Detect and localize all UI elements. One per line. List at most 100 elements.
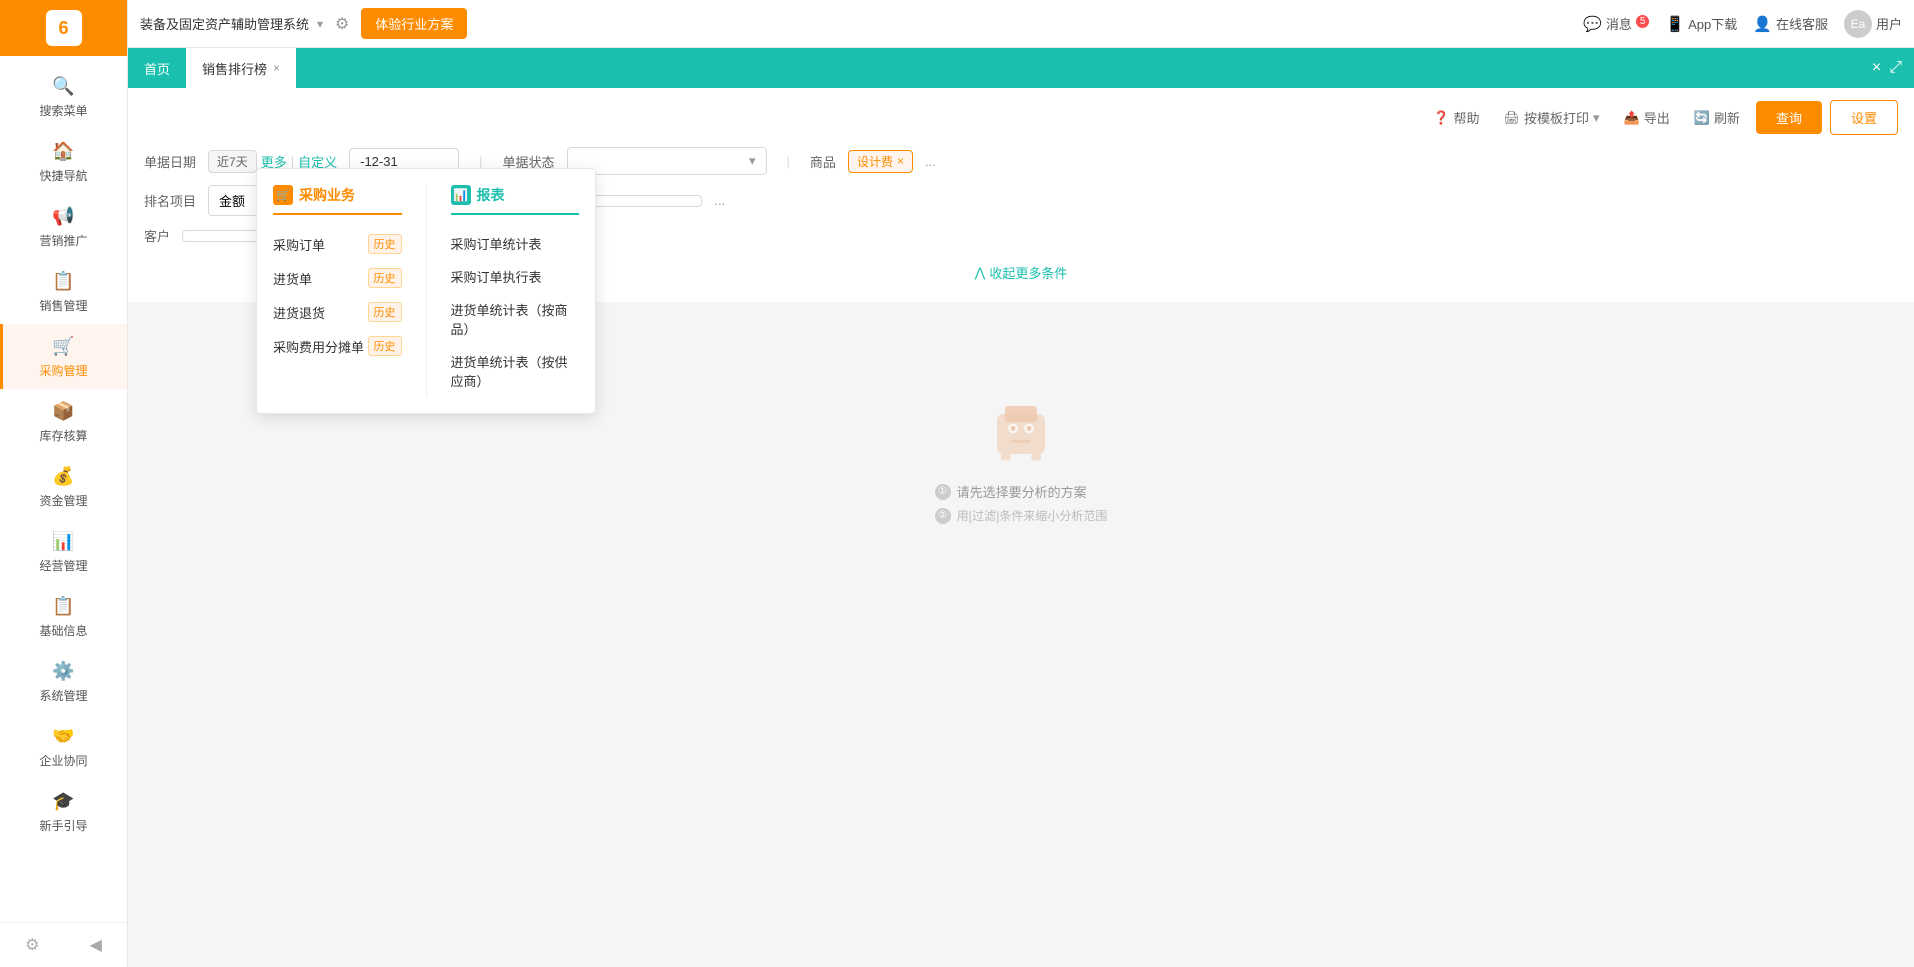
sidebar-item-label: 资金管理: [39, 492, 87, 509]
return-label: 进货退货: [273, 303, 325, 322]
sidebar-logo: 6: [0, 0, 127, 56]
online-service-btn[interactable]: 👤 在线客服: [1753, 14, 1828, 33]
dropdown-incoming-stats-supplier[interactable]: 进货单统计表（按供应商）: [451, 345, 580, 397]
sidebar-item-sales[interactable]: 📋 销售管理: [0, 259, 127, 324]
finance-icon: 💰: [52, 464, 76, 488]
sidebar-item-label: 库存核算: [39, 427, 87, 444]
salesman-more-btn[interactable]: ...: [714, 193, 725, 208]
sidebar-item-quick-nav[interactable]: 🏠 快捷导航: [0, 129, 127, 194]
goods-tag: 设计费 ×: [848, 150, 913, 173]
dropdown-purchase-header: 🛒 采购业务: [273, 185, 402, 215]
incoming-label: 进货单: [273, 269, 312, 288]
collapse-btn[interactable]: ⋀ 收起更多条件: [975, 263, 1068, 282]
tab-label: 销售排行榜: [202, 59, 267, 78]
sidebar-item-system[interactable]: ⚙️ 系统管理: [0, 649, 127, 714]
purchase-icon: 🛒: [52, 334, 76, 358]
tab-home[interactable]: 首页: [128, 48, 186, 88]
help-btn[interactable]: ❓ 帮助: [1425, 104, 1487, 131]
dropdown-order-stats[interactable]: 采购订单统计表: [451, 227, 580, 260]
tabbar: 首页 销售排行榜 × × ⤢: [128, 48, 1914, 88]
report-col-icon: 📊: [451, 185, 471, 205]
report-col-title: 报表: [477, 185, 505, 205]
date-label: 单据日期: [144, 152, 196, 171]
empty-hint2: 用[过滤]条件来缩小分析范围: [957, 507, 1108, 524]
export-label: 导出: [1644, 108, 1670, 127]
dropdown-order-exec[interactable]: 采购订单执行表: [451, 260, 580, 293]
experience-btn[interactable]: 体验行业方案: [361, 8, 467, 39]
refresh-btn[interactable]: 🔄 刷新: [1686, 104, 1748, 131]
dropdown-return[interactable]: 进货退货 历史: [273, 295, 402, 329]
online-service-label: 在线客服: [1776, 14, 1828, 33]
message-btn[interactable]: 💬 消息 5: [1583, 14, 1649, 33]
status-arrow-icon: ▾: [749, 153, 756, 169]
dropdown-purchase-order[interactable]: 采购订单 历史: [273, 227, 402, 261]
content-area: ❓ 帮助 🖨 按模板打印 ▾ 📤 导出 🔄 刷新 查询 设置: [128, 88, 1914, 967]
app-download-btn[interactable]: 📱 App下载: [1665, 14, 1737, 33]
date-preset-7days[interactable]: 近7天: [208, 150, 257, 173]
export-btn[interactable]: 📤 导出: [1616, 104, 1678, 131]
return-badge: 历史: [368, 302, 402, 322]
print-icon: 🖨: [1504, 110, 1521, 126]
purchase-col-title: 采购业务: [299, 185, 355, 205]
sidebar-settings-btn[interactable]: ⚙: [25, 935, 39, 955]
incoming-stats-goods-label: 进货单统计表（按商品）: [451, 300, 580, 338]
user-menu[interactable]: Ea 用户: [1844, 10, 1902, 38]
enterprise-icon: 🤝: [52, 724, 76, 748]
topbar-arrow-icon: ▾: [317, 17, 323, 31]
query-btn[interactable]: 查询: [1756, 101, 1822, 134]
sidebar-item-search[interactable]: 🔍 搜索菜单: [0, 64, 127, 129]
purchase-col-icon: 🛒: [273, 185, 293, 205]
empty-hint1: 请先选择要分析的方案: [957, 482, 1087, 501]
sidebar-collapse-btn[interactable]: ◀: [90, 935, 102, 955]
sidebar-item-guide[interactable]: 🎓 新手引导: [0, 779, 127, 844]
dropdown-report-header: 📊 报表: [451, 185, 580, 215]
sidebar-item-operations[interactable]: 📊 经营管理: [0, 519, 127, 584]
customer-label: 客户: [144, 226, 170, 245]
sidebar-item-purchase[interactable]: 🛒 采购管理: [0, 324, 127, 389]
collapse-label: 收起更多条件: [989, 263, 1067, 282]
tab-sales-rank[interactable]: 销售排行榜 ×: [186, 48, 296, 88]
goods-more-btn[interactable]: ...: [925, 154, 936, 169]
tab-label: 首页: [144, 59, 170, 78]
sidebar-item-label: 经营管理: [39, 557, 87, 574]
dropdown-expense[interactable]: 采购费用分摊单 历史: [273, 329, 402, 363]
message-label: 消息: [1606, 14, 1632, 33]
dropdown-purchase-col: 🛒 采购业务 采购订单 历史 进货单 历史 进货退货 历史 采购费用分: [273, 185, 402, 397]
print-btn[interactable]: 🖨 按模板打印 ▾: [1496, 104, 1608, 131]
sidebar-item-finance[interactable]: 💰 资金管理: [0, 454, 127, 519]
purchase-order-label: 采购订单: [273, 235, 325, 254]
collapse-up-icon: ⋀: [975, 265, 986, 281]
online-service-icon: 👤: [1753, 15, 1772, 33]
settings-btn[interactable]: 设置: [1830, 100, 1898, 135]
help-label: 帮助: [1453, 108, 1479, 127]
topbar-settings-icon[interactable]: ⚙: [335, 14, 349, 34]
goods-tag-close[interactable]: ×: [897, 154, 904, 168]
sidebar-item-basic-info[interactable]: 📋 基础信息: [0, 584, 127, 649]
topbar: 装备及固定资产辅助管理系统 ▾ ⚙ 体验行业方案 💬 消息 5 📱 App下载 …: [128, 0, 1914, 48]
sidebar-bottom: ⚙ ◀: [0, 922, 127, 967]
sidebar-item-inventory[interactable]: 📦 库存核算: [0, 389, 127, 454]
system-icon: ⚙️: [52, 659, 76, 683]
tab-expand-icon[interactable]: ⤢: [1889, 59, 1902, 77]
tab-close-icon[interactable]: ×: [273, 61, 280, 75]
rank-value: 金额: [219, 191, 245, 210]
topbar-right: 💬 消息 5 📱 App下载 👤 在线客服 Ea 用户: [1583, 10, 1902, 38]
sidebar-item-enterprise[interactable]: 🤝 企业协同: [0, 714, 127, 779]
sidebar-item-label: 营销推广: [39, 232, 87, 249]
refresh-label: 刷新: [1714, 108, 1740, 127]
guide-icon: 🎓: [52, 789, 76, 813]
system-title: 装备及固定资产辅助管理系统: [140, 14, 309, 33]
logo-text: 6: [58, 18, 68, 39]
print-arrow-icon: ▾: [1593, 110, 1600, 126]
message-icon: 💬: [1583, 15, 1602, 33]
sidebar-item-marketing[interactable]: 📢 营销推广: [0, 194, 127, 259]
hint1-row: ① 请先选择要分析的方案: [935, 482, 1087, 501]
print-label: 按模板打印: [1524, 108, 1589, 127]
sidebar: 6 🔍 搜索菜单 🏠 快捷导航 📢 营销推广 📋 销售管理 🛒 采购管理 📦 库…: [0, 0, 128, 967]
status-select[interactable]: ▾: [567, 147, 767, 175]
dropdown-incoming-stats-goods[interactable]: 进货单统计表（按商品）: [451, 293, 580, 345]
dropdown-incoming[interactable]: 进货单 历史: [273, 261, 402, 295]
avatar: Ea: [1844, 10, 1872, 38]
app-download-label: App下载: [1688, 14, 1737, 33]
tab-window-close-icon[interactable]: ×: [1872, 59, 1881, 77]
